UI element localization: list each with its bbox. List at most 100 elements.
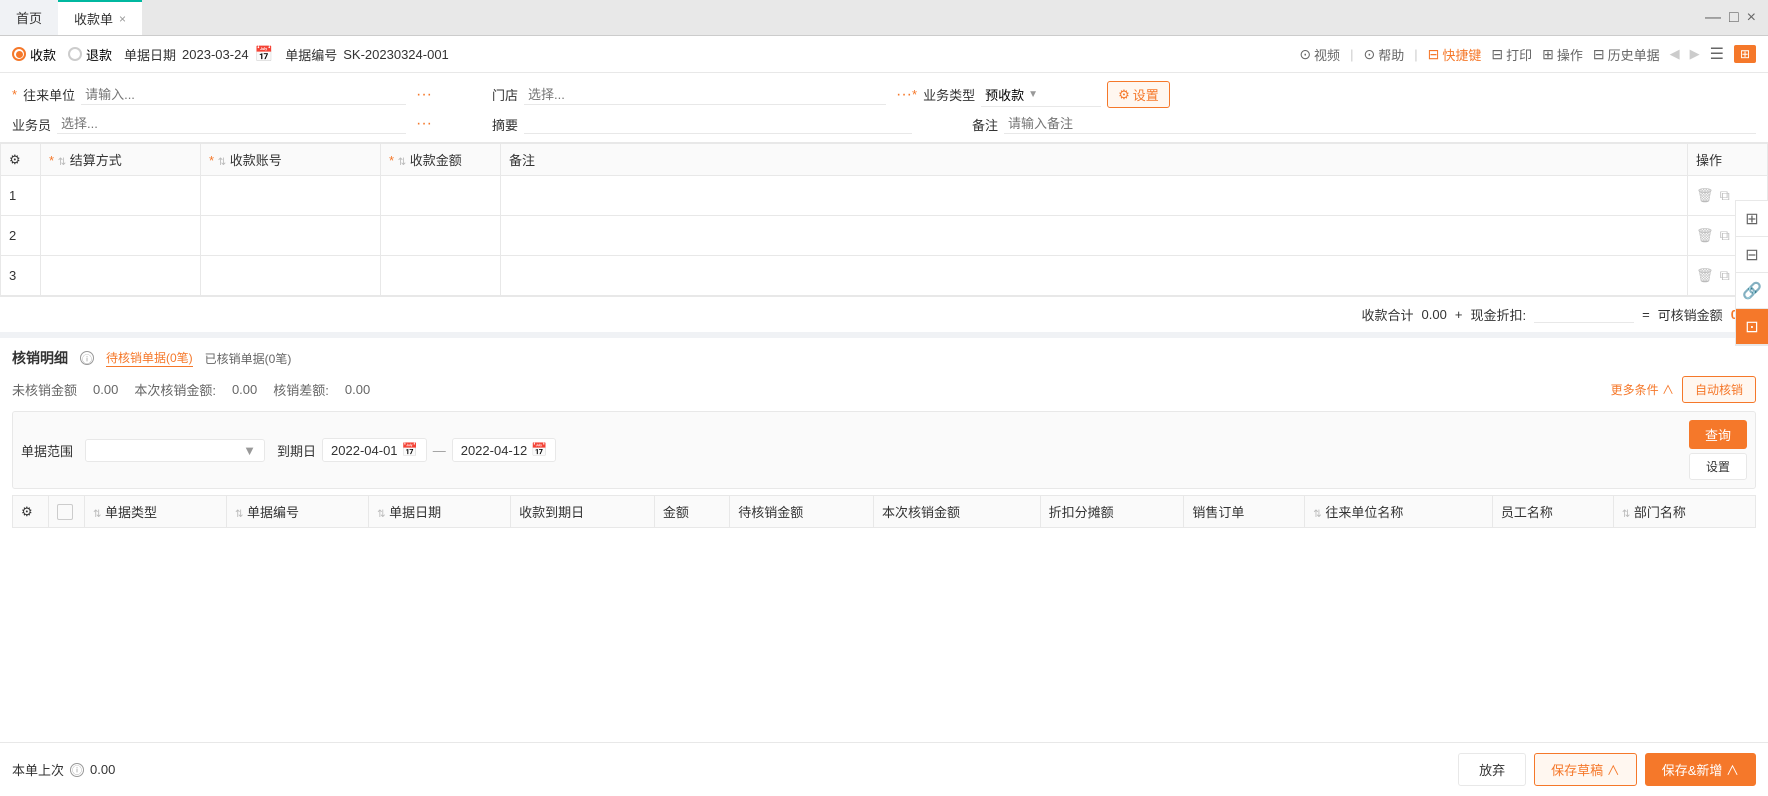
- radio-refund-label: 退款: [86, 45, 112, 64]
- shop-input[interactable]: [524, 85, 886, 105]
- staff-input[interactable]: [57, 114, 406, 134]
- calendar-icon[interactable]: 📅: [255, 45, 274, 63]
- summary-field: 摘要: [492, 114, 912, 134]
- row-settlement-3[interactable]: [41, 256, 201, 296]
- row-index-2: 2: [1, 216, 41, 256]
- row-account-3[interactable]: [201, 256, 381, 296]
- date-value[interactable]: 2023-03-24: [182, 47, 249, 62]
- row-amount-2[interactable]: [381, 216, 501, 256]
- menu-icon[interactable]: ☰: [1710, 44, 1724, 64]
- filter-settings-button[interactable]: 设置: [1689, 453, 1747, 480]
- row-amount-1[interactable]: [381, 176, 501, 216]
- grid-icon[interactable]: ⊞: [1734, 45, 1756, 63]
- tab-close-icon[interactable]: ×: [119, 12, 126, 26]
- query-button[interactable]: 查询: [1689, 420, 1747, 449]
- row-settlement-1[interactable]: [41, 176, 201, 216]
- sep2: |: [1414, 47, 1417, 62]
- staff-label: 业务员: [12, 115, 51, 134]
- summary-input[interactable]: [524, 114, 912, 134]
- partner-required: *: [12, 87, 17, 102]
- business-type-value: 预收款: [985, 85, 1024, 104]
- tab-done[interactable]: 已核销单据(0笔): [205, 350, 292, 367]
- delete-icon-2[interactable]: 🗑: [1696, 227, 1714, 244]
- row-account-2[interactable]: [201, 216, 381, 256]
- operation-btn[interactable]: ⊞ 操作: [1542, 45, 1583, 64]
- delete-icon-3[interactable]: 🗑: [1696, 267, 1714, 284]
- row-amount-3[interactable]: [381, 256, 501, 296]
- verify-info-icon[interactable]: ⓘ: [80, 351, 94, 365]
- right-panel-active-icon[interactable]: ⊡: [1736, 309, 1768, 345]
- history-icon: ⊟: [1593, 46, 1605, 63]
- tab-active[interactable]: 收款单 ×: [58, 0, 142, 35]
- copy-icon-1[interactable]: ⧉: [1720, 187, 1730, 204]
- diff-label: 核销差额:: [273, 380, 329, 399]
- shortcut-label: 快捷键: [1442, 45, 1481, 64]
- date-to-value: 2022-04-12: [461, 443, 528, 458]
- copy-icon-3[interactable]: ⧉: [1720, 267, 1730, 284]
- help-btn[interactable]: ⊙ 帮助: [1363, 45, 1404, 64]
- close-icon[interactable]: ×: [1747, 9, 1756, 27]
- form-row-1: * 往来单位 ··· 门店 ··· * 业务类型 预收款 ▼ ⚙: [12, 81, 1756, 108]
- bottom-bar: 本单上次 ⓘ 0.00 放弃 保存草稿 ∧ 保存&新增 ∧: [0, 742, 1768, 796]
- tab-home[interactable]: 首页: [0, 0, 58, 35]
- partner-more-icon[interactable]: ···: [416, 86, 432, 104]
- calendar-from-icon: 📅: [402, 442, 418, 458]
- shortcut-btn[interactable]: ⊟ 快捷键: [1428, 45, 1482, 64]
- row-settlement-2[interactable]: [41, 216, 201, 256]
- date-to-input[interactable]: 2022-04-12 📅: [452, 438, 557, 462]
- right-panel-link-icon[interactable]: 🔗: [1736, 273, 1768, 309]
- diff-value: 0.00: [345, 382, 370, 397]
- maximize-icon[interactable]: □: [1729, 9, 1739, 27]
- radio-receive[interactable]: 收款: [12, 45, 56, 64]
- bottom-amount: 0.00: [90, 762, 115, 777]
- vth-gear[interactable]: ⚙: [13, 496, 49, 528]
- row-remark-1[interactable]: [501, 176, 1688, 216]
- right-panel-doc-icon[interactable]: ⊟: [1736, 237, 1768, 273]
- delete-icon-1[interactable]: 🗑: [1696, 187, 1714, 204]
- shop-more-icon[interactable]: ···: [896, 86, 912, 104]
- vth-sales: 销售订单: [1184, 496, 1305, 528]
- discount-input[interactable]: [1534, 307, 1634, 323]
- verify-header: 核销明细 ⓘ 待核销单据(0笔) 已核销单据(0笔): [12, 348, 1756, 368]
- video-btn[interactable]: ⊙ 视频: [1299, 45, 1340, 64]
- business-label: 业务类型: [923, 85, 975, 104]
- receipt-table: ⚙ * ⇅ 结算方式 * ⇅ 收款账号 * ⇅ 收款: [0, 143, 1768, 296]
- remark-input[interactable]: [1004, 114, 1756, 134]
- header-checkbox[interactable]: [57, 504, 73, 520]
- row-remark-3[interactable]: [501, 256, 1688, 296]
- abandon-button[interactable]: 放弃: [1458, 753, 1526, 786]
- partner-input[interactable]: [81, 85, 406, 105]
- tab-pending[interactable]: 待核销单据(0笔): [106, 349, 193, 367]
- business-required: *: [912, 87, 917, 102]
- bottom-info-icon[interactable]: ⓘ: [70, 763, 84, 777]
- draft-button[interactable]: 保存草稿 ∧: [1534, 753, 1637, 786]
- radio-refund[interactable]: 退款: [68, 45, 112, 64]
- settings-button[interactable]: ⚙ 设置: [1107, 81, 1170, 108]
- range-label: 单据范围: [21, 441, 73, 460]
- copy-icon-2[interactable]: ⧉: [1720, 227, 1730, 244]
- gear-icon: ⚙: [1118, 87, 1130, 103]
- staff-more-icon[interactable]: ···: [416, 115, 432, 133]
- row-account-1[interactable]: [201, 176, 381, 216]
- summary-label: 摘要: [492, 115, 518, 134]
- auto-verify-button[interactable]: 自动核销: [1682, 376, 1756, 403]
- minimize-icon[interactable]: —: [1705, 9, 1721, 27]
- save-button[interactable]: 保存&新增 ∧: [1645, 753, 1756, 786]
- date-label: 单据日期: [124, 45, 176, 64]
- verify-header-row: ⚙ ⇅ 单据类型 ⇅ 单据编号 ⇅ 单据日期: [13, 496, 1756, 528]
- date-from-input[interactable]: 2022-04-01 📅: [322, 438, 427, 462]
- print-btn[interactable]: ⊟ 打印: [1491, 45, 1532, 64]
- more-conditions-btn[interactable]: 更多条件 ∧: [1611, 381, 1674, 398]
- video-label: 视频: [1314, 45, 1340, 64]
- th-gear[interactable]: ⚙: [1, 144, 41, 176]
- equals-sign: =: [1642, 307, 1650, 322]
- right-panel-table-icon[interactable]: ⊞: [1736, 201, 1768, 237]
- business-type-select[interactable]: 预收款 ▼: [981, 83, 1101, 107]
- help-icon: ⊙: [1363, 46, 1375, 63]
- row-remark-2[interactable]: [501, 216, 1688, 256]
- history-btn[interactable]: ⊟ 历史单据: [1593, 45, 1660, 64]
- partner-label: 往来单位: [23, 85, 75, 104]
- vth-department: ⇅ 部门名称: [1613, 496, 1755, 528]
- number-value[interactable]: SK-20230324-001: [343, 47, 449, 62]
- range-select[interactable]: ▼: [85, 439, 265, 462]
